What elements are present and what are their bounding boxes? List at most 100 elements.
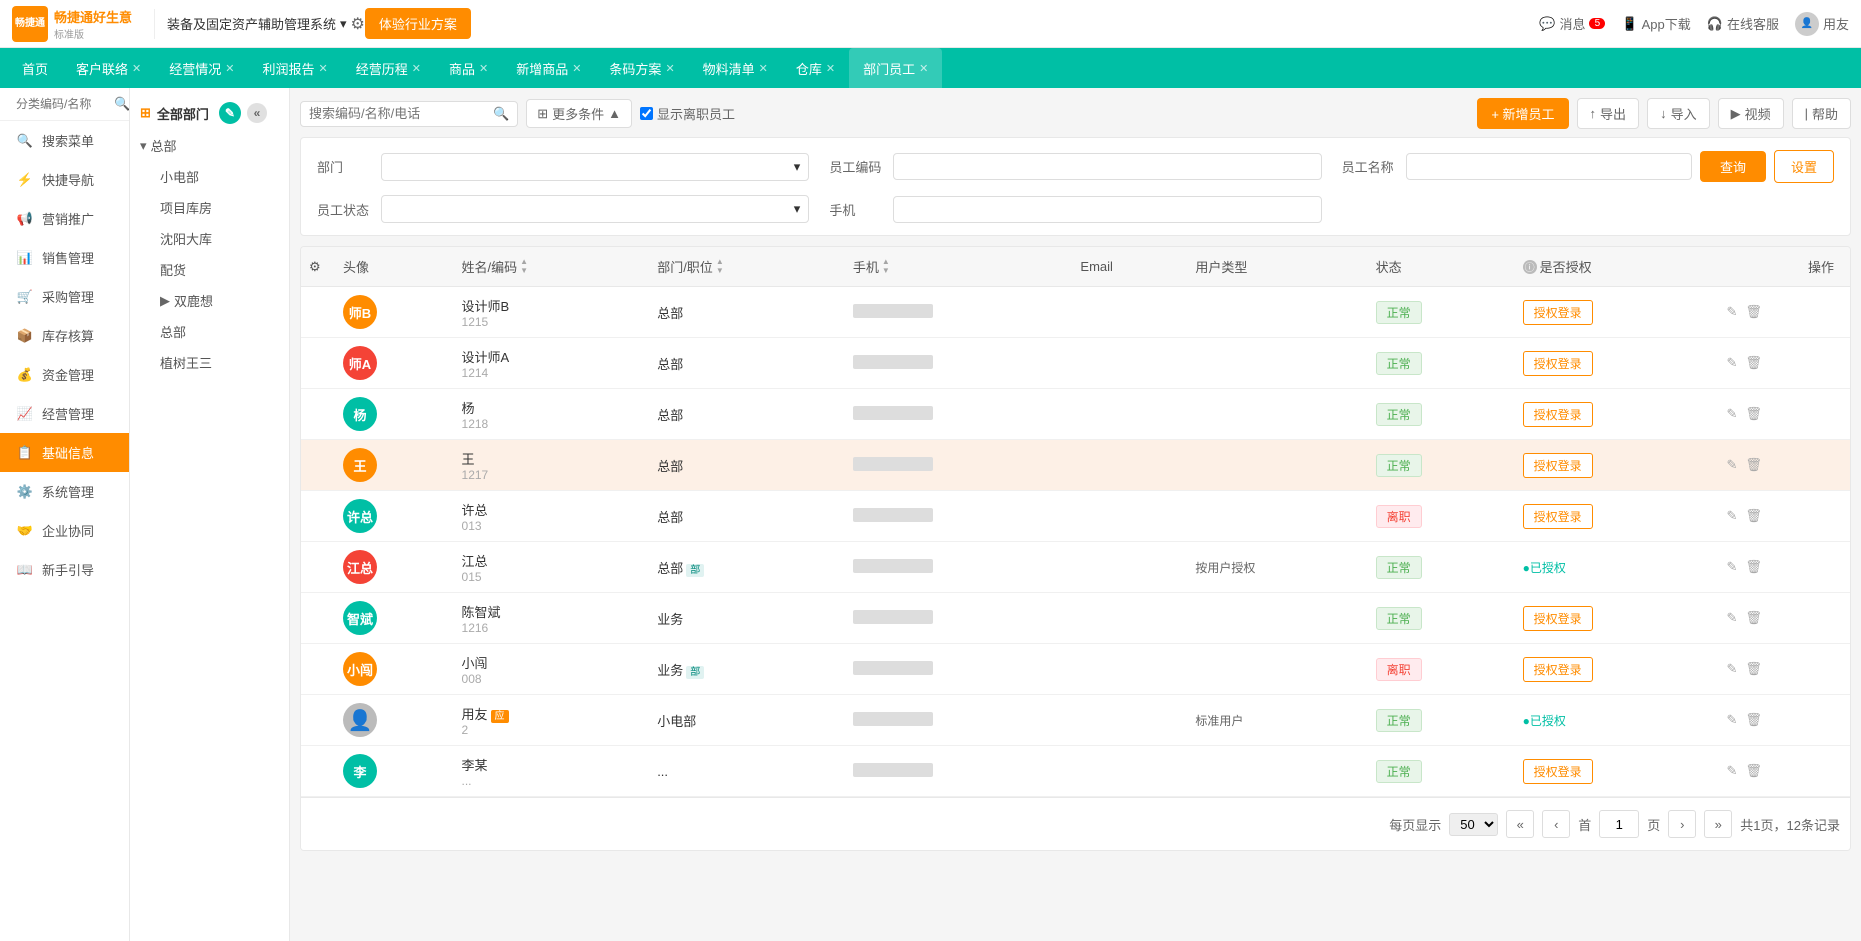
edit-icon[interactable]: ✎	[1727, 661, 1738, 677]
delete-icon[interactable]: 🗑	[1745, 712, 1762, 728]
sidebar-item-guide[interactable]: 📖 新手引导	[0, 550, 129, 589]
tab-bom[interactable]: 物料清单✕	[689, 48, 782, 88]
auth-login-btn[interactable]: 授权登录	[1523, 606, 1593, 631]
delete-icon[interactable]: 🗑	[1745, 763, 1762, 779]
message-btn[interactable]: 💬 消息 5	[1539, 14, 1605, 33]
emp-code-input[interactable]	[893, 153, 1321, 180]
emp-status-select[interactable]: ▾	[381, 195, 809, 223]
sidebar-item-search[interactable]: 🔍 搜索菜单	[0, 121, 129, 160]
auth-login-btn[interactable]: 授权登录	[1523, 504, 1593, 529]
dept-item-xiaodian[interactable]: 小电部	[130, 161, 289, 192]
edit-icon[interactable]: ✎	[1727, 712, 1738, 728]
edit-dept-icon[interactable]: ✎	[219, 102, 241, 124]
close-icon[interactable]: ✕	[919, 62, 928, 75]
th-name[interactable]: 姓名/编码 ▲▼	[454, 247, 650, 287]
page-prev-btn[interactable]: ‹	[1542, 810, 1570, 838]
emp-name-input[interactable]	[1406, 153, 1692, 180]
sidebar-item-collab[interactable]: 🤝 企业协同	[0, 511, 129, 550]
dept-item-peihuo[interactable]: 配货	[130, 254, 289, 285]
delete-icon[interactable]: 🗑	[1745, 355, 1762, 371]
edit-icon[interactable]: ✎	[1727, 610, 1738, 626]
sort-dept[interactable]: 部门/职位 ▲▼	[657, 257, 837, 276]
search-btn[interactable]: 查询	[1700, 151, 1766, 182]
sidebar-item-inventory[interactable]: 📦 库存核算	[0, 316, 129, 355]
online-service-btn[interactable]: 🎧 在线客服	[1707, 14, 1779, 33]
dept-item-zongbu[interactable]: 总部	[130, 316, 289, 347]
delete-icon[interactable]: 🗑	[1745, 406, 1762, 422]
close-icon[interactable]: ✕	[572, 62, 581, 75]
gear-icon[interactable]: ⚙	[351, 14, 365, 34]
edit-icon[interactable]: ✎	[1727, 559, 1738, 575]
dept-item-shenyang[interactable]: 沈阳大库	[130, 223, 289, 254]
delete-icon[interactable]: 🗑	[1745, 508, 1762, 524]
th-dept[interactable]: 部门/职位 ▲▼	[649, 247, 845, 287]
collapse-dept-tree-btn[interactable]: «	[247, 103, 267, 123]
page-number-input[interactable]	[1599, 810, 1639, 838]
sidebar-item-basic-info[interactable]: 📋 基础信息	[0, 433, 129, 472]
page-last-btn[interactable]: »	[1704, 810, 1732, 838]
page-first-btn[interactable]: «	[1506, 810, 1534, 838]
sidebar-item-operation-mgmt[interactable]: 📈 经营管理	[0, 394, 129, 433]
import-btn[interactable]: ↓ 导入	[1647, 98, 1710, 129]
tab-home[interactable]: 首页	[8, 48, 62, 88]
close-icon[interactable]: ✕	[225, 62, 234, 75]
sidebar-item-system[interactable]: ⚙️ 系统管理	[0, 472, 129, 511]
sort-name[interactable]: 姓名/编码 ▲▼	[462, 257, 642, 276]
auth-login-btn[interactable]: 授权登录	[1523, 300, 1593, 325]
edit-icon[interactable]: ✎	[1727, 304, 1738, 320]
close-icon[interactable]: ✕	[826, 62, 835, 75]
th-settings[interactable]: ⚙	[301, 247, 335, 287]
close-icon[interactable]: ✕	[665, 62, 674, 75]
sidebar-item-finance[interactable]: 💰 资金管理	[0, 355, 129, 394]
set-btn[interactable]: 设置	[1774, 150, 1834, 183]
sort-phone[interactable]: 手机 ▲▼	[853, 257, 1065, 276]
tab-goods[interactable]: 商品✕	[435, 48, 502, 88]
delete-icon[interactable]: 🗑	[1745, 661, 1762, 677]
tab-barcode[interactable]: 条码方案✕	[595, 48, 688, 88]
auth-login-btn[interactable]: 授权登录	[1523, 759, 1593, 784]
dropdown-arrow-icon[interactable]: ▾	[340, 16, 347, 32]
settings-icon[interactable]: ⚙	[309, 259, 321, 274]
auth-login-btn[interactable]: 授权登录	[1523, 402, 1593, 427]
phone-input[interactable]	[893, 196, 1321, 223]
sidebar-search-input[interactable]	[16, 97, 106, 111]
dept-item-xiangmu[interactable]: 项目库房	[130, 192, 289, 223]
help-btn[interactable]: | 帮助	[1792, 98, 1851, 129]
dept-item-shuanglu[interactable]: ▶ 双鹿想	[130, 285, 289, 316]
dept-select[interactable]: ▾	[381, 153, 809, 181]
auth-login-btn[interactable]: 授权登录	[1523, 657, 1593, 682]
sidebar-item-marketing[interactable]: 📢 营销推广	[0, 199, 129, 238]
close-icon[interactable]: ✕	[412, 62, 421, 75]
dept-item-head[interactable]: ▾ 总部	[130, 130, 289, 161]
add-employee-btn[interactable]: + 新增员工	[1477, 98, 1568, 129]
auth-login-btn[interactable]: 授权登录	[1523, 453, 1593, 478]
export-btn[interactable]: ↑ 导出	[1577, 98, 1640, 129]
tab-profit[interactable]: 利润报告✕	[248, 48, 341, 88]
user-menu[interactable]: 👤 用友	[1795, 12, 1849, 36]
delete-icon[interactable]: 🗑	[1745, 457, 1762, 473]
tab-history[interactable]: 经营历程✕	[342, 48, 435, 88]
resigned-checkbox-input[interactable]	[640, 107, 653, 120]
th-phone[interactable]: 手机 ▲▼	[845, 247, 1073, 287]
edit-icon[interactable]: ✎	[1727, 508, 1738, 524]
auth-login-btn[interactable]: 授权登录	[1523, 351, 1593, 376]
sidebar-item-quicknav[interactable]: ⚡ 快捷导航	[0, 160, 129, 199]
dept-item-zhishu[interactable]: 植树王三	[130, 347, 289, 378]
video-btn[interactable]: ▶ 视频	[1718, 98, 1784, 129]
close-icon[interactable]: ✕	[759, 62, 768, 75]
close-icon[interactable]: ✕	[319, 62, 328, 75]
tab-employees[interactable]: 部门员工✕	[849, 48, 942, 88]
tab-add-goods[interactable]: 新增商品✕	[502, 48, 595, 88]
edit-icon[interactable]: ✎	[1727, 457, 1738, 473]
auth-info-icon[interactable]: ⓘ	[1523, 260, 1537, 274]
delete-icon[interactable]: 🗑	[1745, 559, 1762, 575]
page-next-btn[interactable]: ›	[1668, 810, 1696, 838]
show-resigned-checkbox[interactable]: 显示离职员工	[640, 104, 735, 123]
search-icon[interactable]: 🔍	[114, 96, 130, 112]
sidebar-item-purchase[interactable]: 🛒 采购管理	[0, 277, 129, 316]
edit-icon[interactable]: ✎	[1727, 763, 1738, 779]
close-icon[interactable]: ✕	[479, 62, 488, 75]
tab-customer[interactable]: 客户联络✕	[62, 48, 155, 88]
edit-icon[interactable]: ✎	[1727, 406, 1738, 422]
sidebar-item-sales[interactable]: 📊 销售管理	[0, 238, 129, 277]
